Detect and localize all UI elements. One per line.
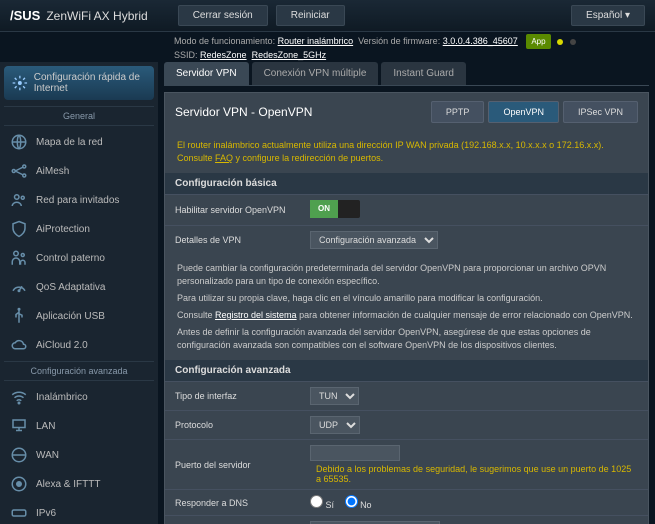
sidebar-item-usb[interactable]: Aplicación USB (4, 302, 154, 330)
section-advanced: Configuración avanzada (4, 361, 154, 381)
status-dot-icon (557, 39, 563, 45)
faq-link[interactable]: FAQ (215, 153, 233, 163)
sidebar-item-lan[interactable]: LAN (4, 412, 154, 440)
status-bar: Modo de funcionamiento: Router inalámbri… (0, 32, 655, 62)
sidebar-item-wan[interactable]: WAN (4, 441, 154, 469)
sidebar-item-wireless[interactable]: Inalámbrico (4, 383, 154, 411)
sidebar-item-qos[interactable]: QoS Adaptativa (4, 273, 154, 301)
vpn-panel: Servidor VPN - OpenVPN PPTP OpenVPN IPSe… (164, 92, 649, 524)
syslog-link[interactable]: Registro del sistema (215, 310, 297, 320)
sidebar-item-guest[interactable]: Red para invitados (4, 186, 154, 214)
status-dot-icon (570, 39, 576, 45)
sidebar-item-network-map[interactable]: Mapa de la red (4, 128, 154, 156)
private-ip-warning: El router inalámbrico actualmente utiliz… (165, 131, 648, 173)
tab-vpn-fusion[interactable]: Conexión VPN múltiple (252, 62, 379, 85)
ipv6-icon (10, 504, 28, 522)
details-label: Detalles de VPN (175, 235, 310, 245)
section-advanced: Configuración avanzada (165, 360, 648, 381)
family-icon (10, 249, 28, 267)
sidebar-item-parental[interactable]: Control paterno (4, 244, 154, 272)
dns-no-radio[interactable] (345, 495, 358, 508)
wifi-icon (10, 388, 28, 406)
section-general: General (4, 106, 154, 126)
gauge-icon (10, 278, 28, 296)
language-selector[interactable]: Español (571, 5, 645, 26)
sidebar-item-alexa[interactable]: Alexa & IFTTT (4, 470, 154, 498)
vpn-tabs: Servidor VPN Conexión VPN múltiple Insta… (164, 62, 649, 86)
tab-instant-guard[interactable]: Instant Guard (381, 62, 466, 85)
lan-icon (10, 417, 28, 435)
ssid-link[interactable]: RedesZone (200, 50, 247, 60)
tab-vpn-server[interactable]: Servidor VPN (164, 62, 249, 85)
wan-icon (10, 446, 28, 464)
enable-label: Habilitar servidor OpenVPN (175, 205, 310, 215)
globe-icon (10, 133, 28, 151)
mode-openvpn-button[interactable]: OpenVPN (488, 101, 559, 123)
logout-button[interactable]: Cerrar sesión (178, 5, 268, 26)
gear-icon (12, 73, 28, 93)
protocol-select[interactable]: UDP (310, 416, 360, 434)
interface-select[interactable]: TUN (310, 387, 359, 405)
main-content: Servidor VPN Conexión VPN múltiple Insta… (158, 62, 655, 524)
shield-icon (10, 220, 28, 238)
op-mode-link[interactable]: Router inalámbrico (278, 36, 354, 46)
sidebar-item-aimesh[interactable]: AiMesh (4, 157, 154, 185)
sidebar-item-aicloud[interactable]: AiCloud 2.0 (4, 331, 154, 359)
model-name: ZenWiFi AX Hybrid (46, 9, 147, 23)
basic-description: Puede cambiar la configuración predeterm… (165, 254, 648, 360)
app-header: /SUS ZenWiFi AX Hybrid Cerrar sesión Rei… (0, 0, 655, 32)
usb-icon (10, 307, 28, 325)
port-hint: Debido a los problemas de seguridad, le … (316, 464, 638, 484)
quick-setup-button[interactable]: Configuración rápida de Internet (4, 66, 154, 100)
port-input[interactable] (310, 445, 400, 461)
details-select[interactable]: Configuración avanzada (310, 231, 438, 249)
mode-pptp-button[interactable]: PPTP (431, 101, 485, 123)
mode-ipsec-button[interactable]: IPSec VPN (563, 101, 638, 123)
voice-icon (10, 475, 28, 493)
sidebar: Configuración rápida de Internet General… (0, 62, 158, 524)
users-icon (10, 191, 28, 209)
firmware-link[interactable]: 3.0.0.4.386_45607 (443, 36, 518, 46)
cloud-icon (10, 336, 28, 354)
dns-yes-radio[interactable] (310, 495, 323, 508)
section-basic: Configuración básica (165, 173, 648, 194)
app-badge[interactable]: App (526, 34, 550, 49)
ssid-link[interactable]: RedesZone_5GHz (252, 50, 327, 60)
brand-logo: /SUS (10, 8, 40, 23)
sidebar-item-ipv6[interactable]: IPv6 (4, 499, 154, 524)
enable-toggle[interactable]: ON (310, 200, 360, 218)
panel-title: Servidor VPN - OpenVPN (175, 105, 427, 119)
reboot-button[interactable]: Reiniciar (276, 5, 345, 26)
sidebar-item-aiprotection[interactable]: AiProtection (4, 215, 154, 243)
mesh-icon (10, 162, 28, 180)
